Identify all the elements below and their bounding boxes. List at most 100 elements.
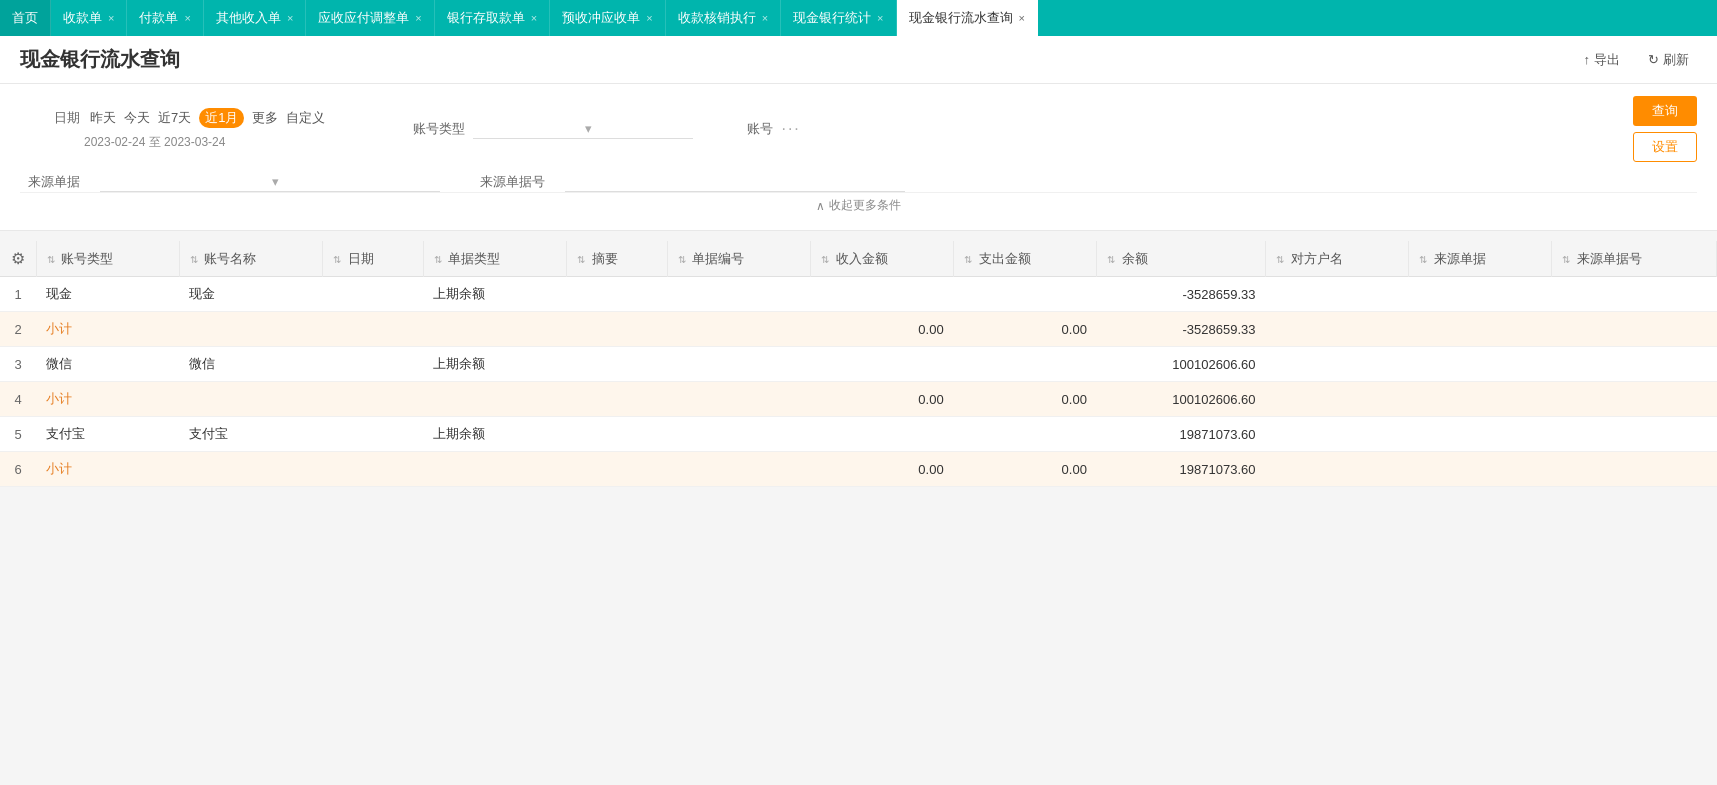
cell-source-doc (1409, 347, 1552, 382)
cell-expense: 0.00 (954, 312, 1097, 347)
date-shortcut-yesterday[interactable]: 昨天 (90, 109, 116, 127)
account-filter: 账号 ··· (713, 120, 800, 138)
cell-source-doc-no (1552, 382, 1717, 417)
col-doc-no[interactable]: ⇅ 单据编号 (667, 241, 810, 277)
nav-tab-payment-close[interactable]: × (184, 12, 190, 24)
col-summary[interactable]: ⇅ 摘要 (566, 241, 667, 277)
nav-tab-adjust[interactable]: 应收应付调整单 × (306, 0, 434, 36)
nav-tab-bank-deposit-close[interactable]: × (531, 12, 537, 24)
table-row: 6小计0.000.0019871073.60 (0, 452, 1717, 487)
cell-source-doc-no (1552, 277, 1717, 312)
nav-tab-verify[interactable]: 收款核销执行 × (666, 0, 781, 36)
sort-arrows-doc-type: ⇅ (434, 254, 442, 265)
source-doc-select[interactable]: ▾ (100, 172, 440, 192)
date-shortcut-today[interactable]: 今天 (124, 109, 150, 127)
nav-tab-verify-close[interactable]: × (762, 12, 768, 24)
table-settings-icon[interactable]: ⚙ (11, 250, 25, 267)
col-balance[interactable]: ⇅ 余额 (1097, 241, 1266, 277)
cell-summary (566, 277, 667, 312)
nav-tab-receipt-close[interactable]: × (108, 12, 114, 24)
cell-expense: 0.00 (954, 382, 1097, 417)
nav-tab-cashflow-close[interactable]: × (1019, 12, 1025, 24)
page-title: 现金银行流水查询 (20, 46, 180, 73)
col-balance-label: 余额 (1122, 251, 1148, 266)
table-row: 5支付宝支付宝上期余额19871073.60 (0, 417, 1717, 452)
nav-tab-pre-receipt-close[interactable]: × (646, 12, 652, 24)
query-button[interactable]: 查询 (1633, 96, 1697, 126)
date-shortcuts-row: 日期 昨天 今天 近7天 近1月 更多 自定义 (20, 108, 325, 128)
cell-summary (566, 312, 667, 347)
col-settings: ⚙ (0, 241, 36, 277)
cell-counterpart (1266, 347, 1409, 382)
col-date[interactable]: ⇅ 日期 (322, 241, 423, 277)
col-expense[interactable]: ⇅ 支出金额 (954, 241, 1097, 277)
nav-tab-adjust-close[interactable]: × (415, 12, 421, 24)
row-number: 4 (0, 382, 36, 417)
sort-arrows-summary: ⇅ (577, 254, 585, 265)
cell-income (810, 417, 953, 452)
col-counterpart[interactable]: ⇅ 对方户名 (1266, 241, 1409, 277)
account-dots[interactable]: ··· (781, 120, 800, 138)
cell-income (810, 347, 953, 382)
cell-income (810, 277, 953, 312)
cell-doc-no (667, 382, 810, 417)
cell-account-name (179, 312, 322, 347)
row-number: 6 (0, 452, 36, 487)
sort-arrows-balance: ⇅ (1107, 254, 1115, 265)
source-doc-no-label: 来源单据号 (480, 173, 545, 191)
nav-tab-receipt-label: 收款单 (63, 9, 102, 27)
nav-tab-stats-close[interactable]: × (877, 12, 883, 24)
nav-tab-cashflow[interactable]: 现金银行流水查询 × (897, 0, 1038, 36)
cell-account-type: 小计 (36, 452, 179, 487)
cell-account-name (179, 382, 322, 417)
cell-balance: -3528659.33 (1097, 312, 1266, 347)
nav-tab-stats[interactable]: 现金银行统计 × (781, 0, 896, 36)
date-shortcut-1month[interactable]: 近1月 (199, 108, 244, 128)
nav-tab-other-income[interactable]: 其他收入单 × (204, 0, 306, 36)
sort-arrows-account-name: ⇅ (190, 254, 198, 265)
col-source-doc-no[interactable]: ⇅ 来源单据号 (1552, 241, 1717, 277)
refresh-button[interactable]: ↻ 刷新 (1640, 47, 1697, 73)
col-source-doc[interactable]: ⇅ 来源单据 (1409, 241, 1552, 277)
settings-button[interactable]: 设置 (1633, 132, 1697, 162)
page-header: 现金银行流水查询 ↑ 导出 ↻ 刷新 (0, 36, 1717, 84)
nav-tab-payment[interactable]: 付款单 × (127, 0, 203, 36)
refresh-label: 刷新 (1663, 51, 1689, 69)
sort-arrows-account-type: ⇅ (47, 254, 55, 265)
date-shortcut-7days[interactable]: 近7天 (158, 109, 191, 127)
col-doc-type[interactable]: ⇅ 单据类型 (423, 241, 566, 277)
nav-tab-pre-receipt[interactable]: 预收冲应收单 × (550, 0, 665, 36)
col-doc-type-label: 单据类型 (448, 251, 500, 266)
cell-account-name (179, 452, 322, 487)
cell-doc-type (423, 312, 566, 347)
account-type-filter: 账号类型 ▾ (405, 119, 693, 139)
cell-source-doc (1409, 382, 1552, 417)
nav-tab-receipt[interactable]: 收款单 × (51, 0, 127, 36)
source-doc-no-input[interactable] (565, 172, 905, 192)
cell-doc-no (667, 277, 810, 312)
cell-account-name: 现金 (179, 277, 322, 312)
cell-source-doc (1409, 312, 1552, 347)
nav-tab-cashflow-label: 现金银行流水查询 (909, 9, 1013, 27)
export-button[interactable]: ↑ 导出 (1576, 47, 1629, 73)
nav-tab-bank-deposit[interactable]: 银行存取款单 × (435, 0, 550, 36)
nav-tab-other-income-close[interactable]: × (287, 12, 293, 24)
cell-date (322, 347, 423, 382)
account-type-select[interactable]: ▾ (473, 119, 693, 139)
cell-counterpart (1266, 417, 1409, 452)
account-label: 账号 (713, 120, 773, 138)
nav-tab-home[interactable]: 首页 (0, 0, 51, 36)
cell-date (322, 312, 423, 347)
col-account-type[interactable]: ⇅ 账号类型 (36, 241, 179, 277)
col-income[interactable]: ⇅ 收入金额 (810, 241, 953, 277)
cell-account-name: 微信 (179, 347, 322, 382)
date-shortcut-more[interactable]: 更多 (252, 109, 278, 127)
cell-income: 0.00 (810, 382, 953, 417)
cell-expense (954, 347, 1097, 382)
col-account-name[interactable]: ⇅ 账号名称 (179, 241, 322, 277)
sort-arrows-source-doc: ⇅ (1419, 254, 1427, 265)
cell-account-type: 现金 (36, 277, 179, 312)
collapse-bar[interactable]: ∧ 收起更多条件 (20, 192, 1697, 218)
date-shortcut-custom[interactable]: 自定义 (286, 109, 325, 127)
cell-source-doc (1409, 452, 1552, 487)
